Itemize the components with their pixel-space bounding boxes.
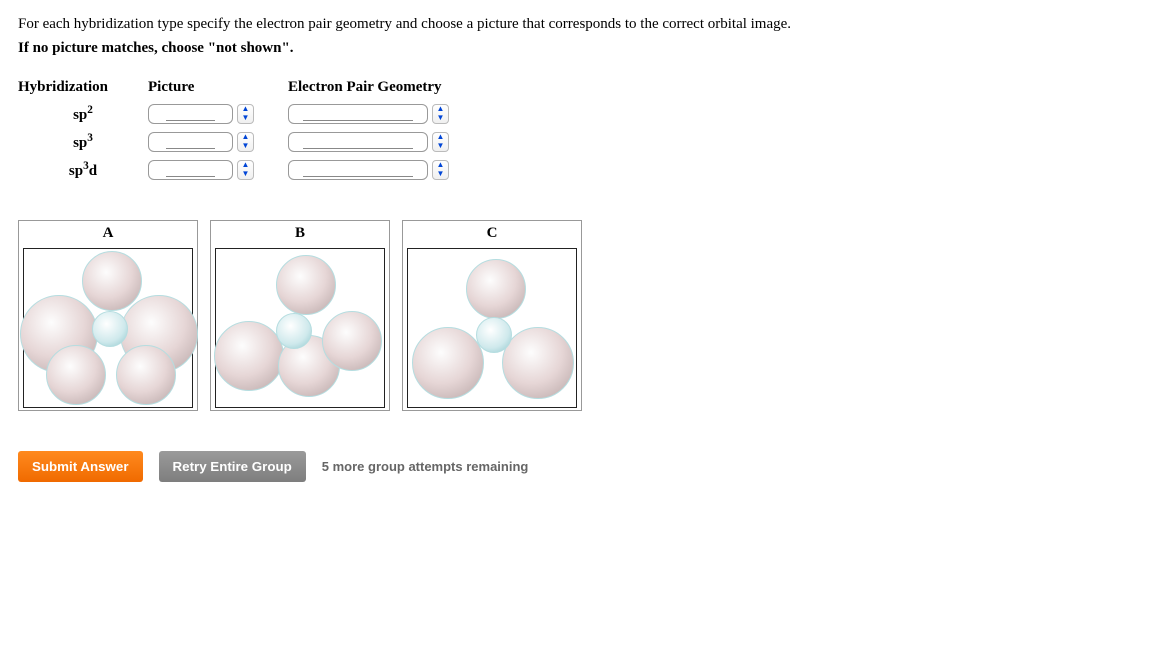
header-hybridization: Hybridization <box>18 79 148 96</box>
stepper-icon[interactable]: ▲▼ <box>432 160 449 180</box>
submit-button[interactable]: Submit Answer <box>18 451 143 482</box>
hybridization-label: sp2 <box>18 104 148 124</box>
orbital-label: C <box>405 223 579 248</box>
stepper-icon[interactable]: ▲▼ <box>432 132 449 152</box>
stepper-icon[interactable]: ▲▼ <box>237 104 254 124</box>
retry-button[interactable]: Retry Entire Group <box>159 451 306 482</box>
orbital-cell-b: B <box>210 220 390 411</box>
picture-select[interactable] <box>148 132 233 152</box>
orbital-label: A <box>21 223 195 248</box>
picture-select[interactable] <box>148 104 233 124</box>
geometry-select[interactable] <box>288 104 428 124</box>
orbital-label: B <box>213 223 387 248</box>
stepper-icon[interactable]: ▲▼ <box>237 132 254 152</box>
header-geometry: Electron Pair Geometry <box>288 79 442 96</box>
orbital-cell-a: A <box>18 220 198 411</box>
orbital-cell-c: C <box>402 220 582 411</box>
orbital-image-b <box>215 248 385 408</box>
geometry-select[interactable] <box>288 160 428 180</box>
question-line2: If no picture matches, choose "not shown… <box>18 38 1134 58</box>
hybridization-label: sp3d <box>18 160 148 180</box>
table-row: sp3 ▲▼ ▲▼ <box>18 132 1134 152</box>
orbital-images: A B C <box>18 220 1134 411</box>
orbital-image-c <box>407 248 577 408</box>
hybridization-label: sp3 <box>18 132 148 152</box>
table-row: sp2 ▲▼ ▲▼ <box>18 104 1134 124</box>
header-picture: Picture <box>148 79 288 96</box>
geometry-select[interactable] <box>288 132 428 152</box>
stepper-icon[interactable]: ▲▼ <box>432 104 449 124</box>
hybridization-table: Hybridization Picture Electron Pair Geom… <box>18 79 1134 180</box>
question-line1: For each hybridization type specify the … <box>18 14 1134 34</box>
attempts-remaining: 5 more group attempts remaining <box>322 459 529 474</box>
stepper-icon[interactable]: ▲▼ <box>237 160 254 180</box>
picture-select[interactable] <box>148 160 233 180</box>
table-row: sp3d ▲▼ ▲▼ <box>18 160 1134 180</box>
orbital-image-a <box>23 248 193 408</box>
